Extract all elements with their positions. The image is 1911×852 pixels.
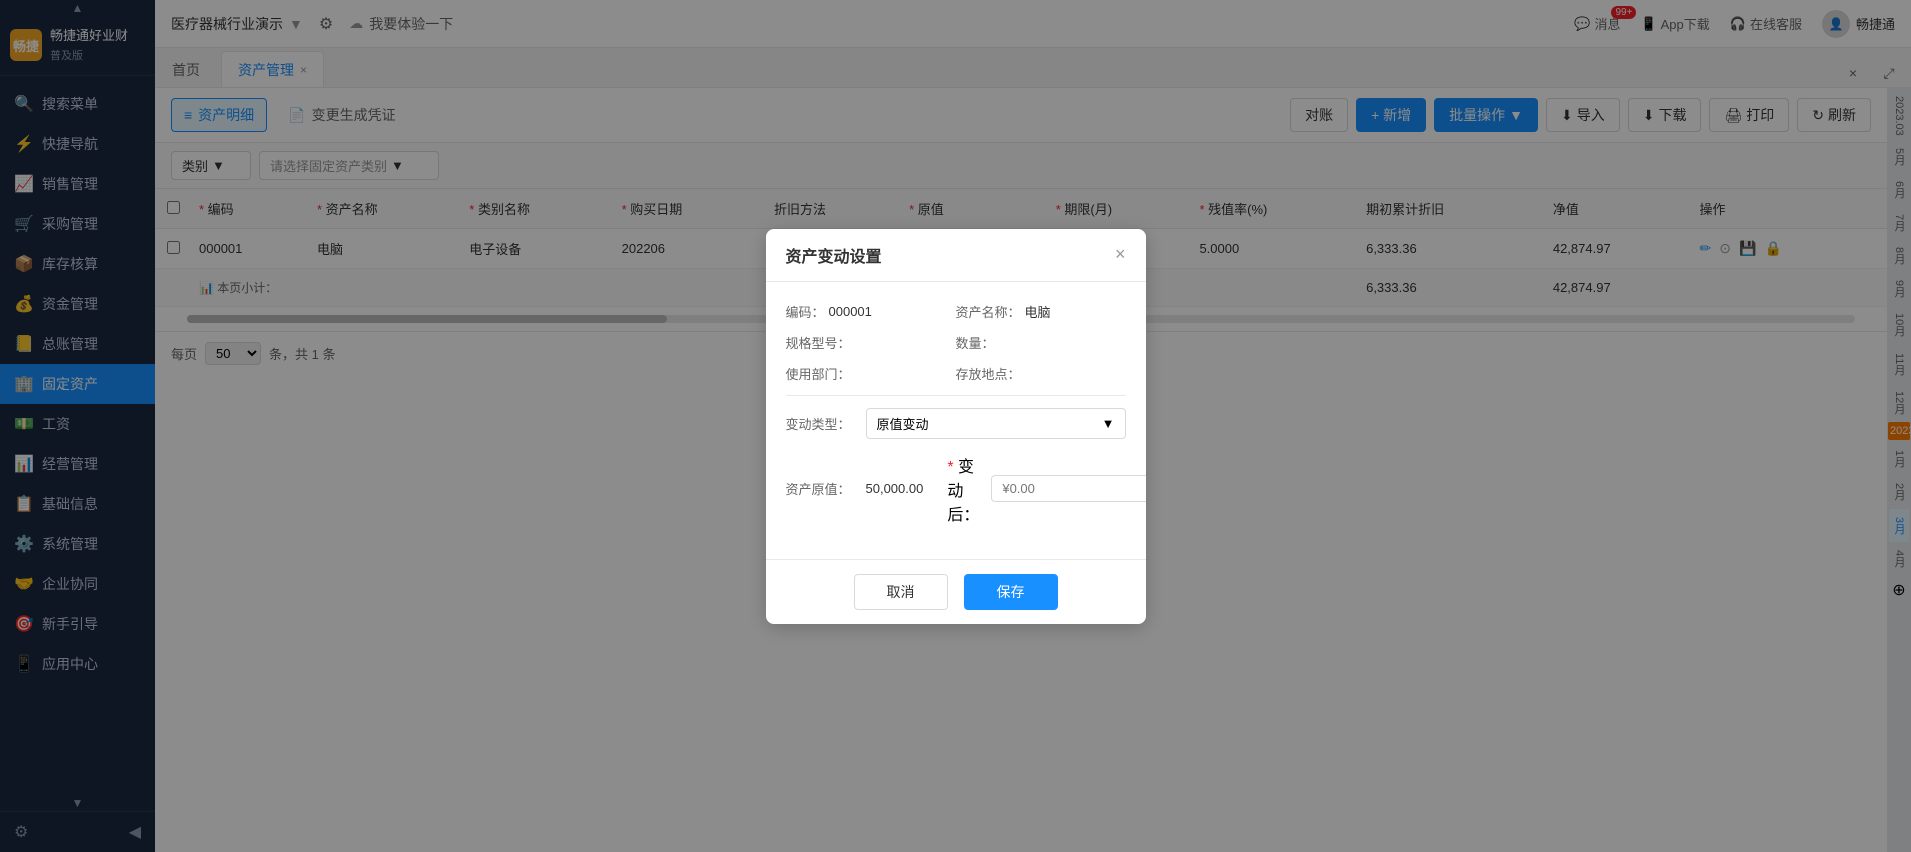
modal-header: 资产变动设置 ×: [766, 229, 1146, 282]
modal-location-item: 存放地点：: [956, 364, 1126, 383]
modal-divider: [786, 395, 1126, 396]
modal-footer: 取消 保存: [766, 559, 1146, 624]
modal-value-row: 资产原值： 50,000.00 * 变动后：: [786, 453, 1126, 525]
modal-after-input[interactable]: [991, 475, 1145, 502]
modal-save-button[interactable]: 保存: [964, 574, 1058, 610]
modal-name-item: 资产名称： 电脑: [956, 302, 1126, 321]
modal-change-type-label: 变动类型：: [786, 414, 858, 433]
change-type-arrow-icon: ▼: [1102, 416, 1115, 431]
modal-original-value: 50,000.00: [866, 481, 924, 496]
modal-close-button[interactable]: ×: [1115, 244, 1126, 265]
modal-name-value: 电脑: [1025, 302, 1051, 321]
modal-required-mark: * 变动后：: [947, 453, 979, 525]
modal-info-row-2: 规格型号： 数量：: [786, 333, 1126, 352]
modal-overlay: 资产变动设置 × 编码： 000001 资产名称： 电脑 规格型号：: [0, 0, 1911, 852]
asset-change-modal: 资产变动设置 × 编码： 000001 资产名称： 电脑 规格型号：: [766, 229, 1146, 624]
modal-spec-label: 规格型号：: [786, 333, 851, 352]
modal-title: 资产变动设置: [786, 243, 882, 267]
modal-location-label: 存放地点：: [956, 364, 1021, 383]
modal-quantity-label: 数量：: [956, 333, 995, 352]
modal-spec-item: 规格型号：: [786, 333, 956, 352]
modal-code-value: 000001: [829, 304, 872, 319]
modal-code-item: 编码： 000001: [786, 302, 956, 321]
modal-change-type-select[interactable]: 原值变动 ▼: [866, 408, 1126, 439]
modal-quantity-item: 数量：: [956, 333, 1126, 352]
modal-name-label: 资产名称：: [956, 302, 1021, 321]
modal-info-row-1: 编码： 000001 资产名称： 电脑: [786, 302, 1126, 321]
modal-info-row-3: 使用部门： 存放地点：: [786, 364, 1126, 383]
modal-code-label: 编码：: [786, 302, 825, 321]
modal-change-type-row: 变动类型： 原值变动 ▼: [786, 408, 1126, 439]
change-type-value: 原值变动: [877, 414, 929, 433]
modal-dept-item: 使用部门：: [786, 364, 956, 383]
modal-body: 编码： 000001 资产名称： 电脑 规格型号： 数量：: [766, 282, 1146, 559]
modal-dept-label: 使用部门：: [786, 364, 851, 383]
modal-cancel-button[interactable]: 取消: [854, 574, 948, 610]
modal-original-label: 资产原值：: [786, 479, 858, 498]
